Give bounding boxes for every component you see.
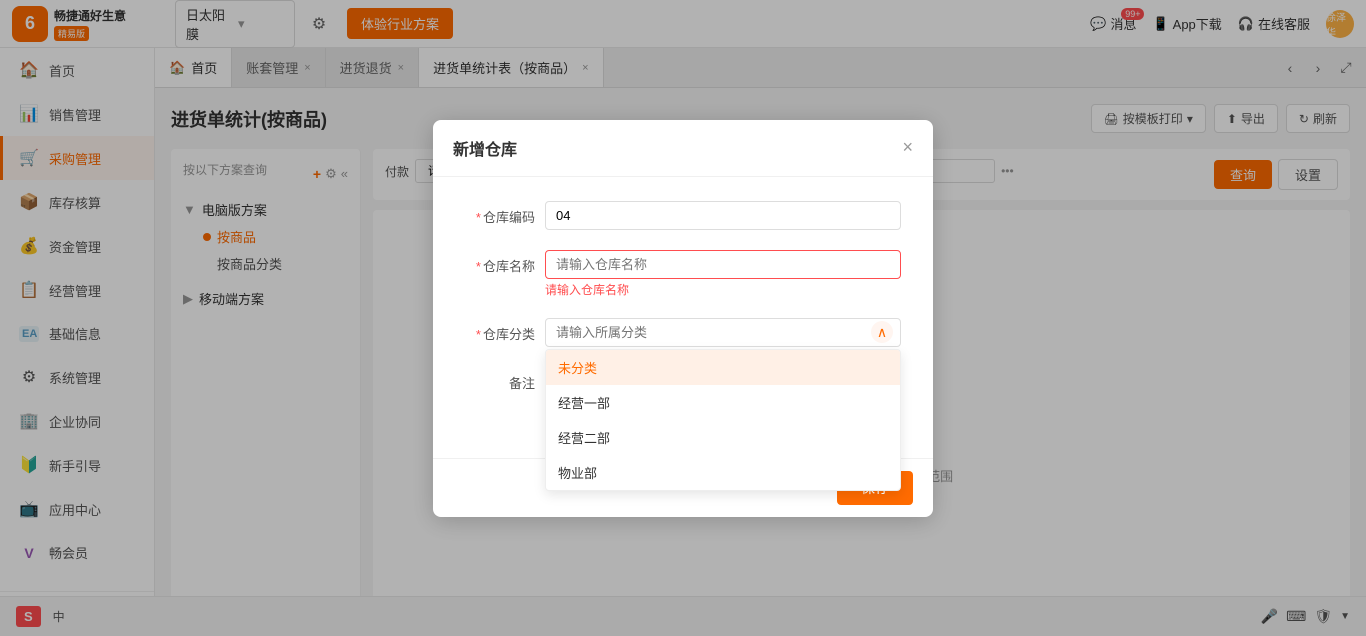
form-row-category: 仓库分类 ∧ 未分类 经营一部 经营二部 物业部 bbox=[465, 318, 901, 347]
modal-title: 新增仓库 bbox=[453, 136, 517, 160]
modal-header: 新增仓库 × bbox=[433, 120, 933, 177]
code-input[interactable] bbox=[545, 201, 901, 230]
modal-overlay: 新增仓库 × 仓库编码 仓库名称 请输入仓库名称 仓库分类 bbox=[0, 0, 1366, 636]
name-label: 仓库名称 bbox=[465, 250, 545, 275]
category-dropdown: 未分类 经营一部 经营二部 物业部 bbox=[545, 349, 901, 491]
modal-body: 仓库编码 仓库名称 请输入仓库名称 仓库分类 ∧ bbox=[433, 177, 933, 458]
name-input[interactable] bbox=[545, 250, 901, 279]
form-row-name: 仓库名称 请输入仓库名称 bbox=[465, 250, 901, 298]
dropdown-option-ops2[interactable]: 经营二部 bbox=[546, 420, 900, 455]
category-field: ∧ 未分类 经营一部 经营二部 物业部 bbox=[545, 318, 901, 347]
form-row-code: 仓库编码 bbox=[465, 201, 901, 230]
code-label: 仓库编码 bbox=[465, 201, 545, 226]
code-field bbox=[545, 201, 901, 230]
category-label: 仓库分类 bbox=[465, 318, 545, 343]
note-label: 备注 bbox=[465, 367, 545, 392]
name-error-msg: 请输入仓库名称 bbox=[545, 281, 901, 298]
category-input[interactable] bbox=[545, 318, 901, 347]
category-dropdown-arrow[interactable]: ∧ bbox=[871, 321, 893, 343]
dropdown-option-unclassified[interactable]: 未分类 bbox=[546, 350, 900, 385]
dropdown-option-ops1[interactable]: 经营一部 bbox=[546, 385, 900, 420]
name-field: 请输入仓库名称 bbox=[545, 250, 901, 298]
modal-close-button[interactable]: × bbox=[902, 137, 913, 158]
add-warehouse-modal: 新增仓库 × 仓库编码 仓库名称 请输入仓库名称 仓库分类 bbox=[433, 120, 933, 517]
dropdown-option-property[interactable]: 物业部 bbox=[546, 455, 900, 490]
